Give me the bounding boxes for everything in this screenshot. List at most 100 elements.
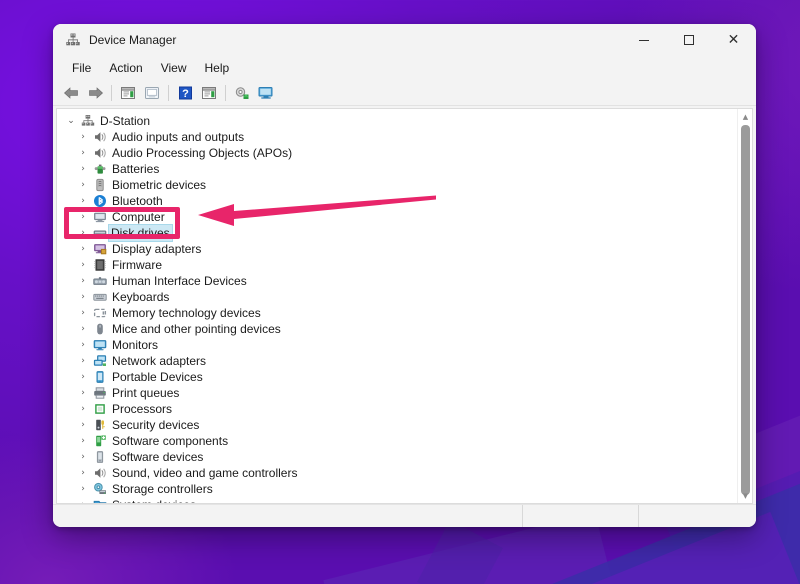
maximize-button[interactable]	[666, 24, 711, 56]
tree-item-software-devices[interactable]: › Software devices	[57, 449, 737, 465]
status-message	[53, 505, 522, 528]
chevron-right-icon[interactable]: ›	[75, 321, 91, 337]
chevron-right-icon[interactable]: ›	[75, 257, 91, 273]
chevron-right-icon[interactable]: ›	[75, 497, 91, 503]
close-button[interactable]: ✕	[711, 24, 756, 56]
scrollbar-thumb[interactable]	[741, 125, 750, 495]
tree-item-label: Software components	[109, 433, 231, 449]
help-button[interactable]: ?	[173, 82, 197, 104]
chevron-down-icon[interactable]: ⌄	[63, 113, 79, 129]
chevron-right-icon[interactable]: ›	[75, 129, 91, 145]
chevron-right-icon[interactable]: ›	[75, 177, 91, 193]
tree-item-biometric-devices[interactable]: ›Biometric devices	[57, 177, 737, 193]
battery-icon	[91, 162, 109, 176]
hid-icon	[91, 274, 109, 288]
chevron-right-icon[interactable]: ›	[75, 193, 91, 209]
update-driver-icon	[144, 86, 160, 100]
scan-hardware-changes-button[interactable]	[230, 82, 254, 104]
tree-item-label: Memory technology devices	[109, 305, 264, 321]
tree-root-d-station[interactable]: ⌄D-Station	[57, 113, 737, 129]
update-driver-button[interactable]	[140, 82, 164, 104]
tree-item-disk-drives[interactable]: ›Disk drives	[57, 225, 737, 241]
tree-item-network-adapters[interactable]: ›Network adapters	[57, 353, 737, 369]
tree-item-keyboards[interactable]: › Keyboards	[57, 289, 737, 305]
tree-item-print-queues[interactable]: ›Print queues	[57, 385, 737, 401]
disk-drive-icon	[93, 226, 107, 240]
computer-root-icon	[81, 114, 95, 128]
security-device-icon	[91, 418, 109, 432]
tree-item-memory-technology-devices[interactable]: › Memory technology devices	[57, 305, 737, 321]
tree-item-audio-processing-objects-apos[interactable]: ›Audio Processing Objects (APOs)	[57, 145, 737, 161]
show-hidden-devices-button[interactable]	[254, 82, 278, 104]
scroll-down-arrow-icon[interactable]: ▼	[738, 488, 753, 503]
tree-item-system-devices[interactable]: ›System devices	[57, 497, 737, 503]
title-bar[interactable]: Device Manager ✕	[53, 24, 756, 56]
tree-item-portable-devices[interactable]: ›Portable Devices	[57, 369, 737, 385]
vertical-scrollbar[interactable]: ▲ ▼	[737, 109, 752, 503]
bluetooth-icon	[93, 194, 107, 208]
help-icon: ?	[178, 86, 193, 100]
chevron-right-icon[interactable]: ›	[75, 289, 91, 305]
tree-item-bluetooth[interactable]: › Bluetooth	[57, 193, 737, 209]
chevron-right-icon[interactable]: ›	[75, 209, 91, 225]
printer-icon	[91, 386, 109, 400]
tree-item-label: Bluetooth	[109, 193, 166, 209]
menu-help[interactable]: Help	[196, 59, 239, 77]
battery-icon	[93, 162, 107, 176]
device-tree-panel: ⌄D-Station›Audio inputs and outputs›Audi…	[56, 108, 753, 504]
chevron-right-icon[interactable]: ›	[75, 273, 91, 289]
minimize-button[interactable]	[621, 24, 666, 56]
menu-view[interactable]: View	[152, 59, 196, 77]
menu-file[interactable]: File	[63, 59, 100, 77]
tree-item-human-interface-devices[interactable]: ›Human Interface Devices	[57, 273, 737, 289]
forward-button[interactable]	[83, 82, 107, 104]
chevron-right-icon[interactable]: ›	[75, 465, 91, 481]
tree-item-storage-controllers[interactable]: › Storage controllers	[57, 481, 737, 497]
chevron-right-icon[interactable]: ›	[75, 385, 91, 401]
chevron-right-icon[interactable]: ›	[75, 417, 91, 433]
tree-item-firmware[interactable]: ›Firmware	[57, 257, 737, 273]
speaker-icon	[93, 130, 107, 144]
network-adapter-icon	[93, 354, 107, 368]
tree-item-sound-video-and-game-controllers[interactable]: ›Sound, video and game controllers	[57, 465, 737, 481]
tree-item-processors[interactable]: › Processors	[57, 401, 737, 417]
chevron-right-icon[interactable]: ›	[75, 337, 91, 353]
desktop-background: Device Manager ✕ File Action View Help	[0, 0, 800, 584]
back-button[interactable]	[59, 82, 83, 104]
tree-item-software-components[interactable]: › Software components	[57, 433, 737, 449]
tree-item-monitors[interactable]: ›Monitors	[57, 337, 737, 353]
chevron-right-icon[interactable]: ›	[75, 401, 91, 417]
chevron-right-icon[interactable]: ›	[75, 161, 91, 177]
chevron-right-icon[interactable]: ›	[75, 449, 91, 465]
chevron-right-icon[interactable]: ›	[75, 225, 91, 241]
tree-item-display-adapters[interactable]: ›Display adapters	[57, 241, 737, 257]
tree-item-mice-and-other-pointing-devices[interactable]: ›Mice and other pointing devices	[57, 321, 737, 337]
scroll-up-arrow-icon[interactable]: ▲	[738, 109, 753, 124]
tree-item-label: Computer	[109, 209, 168, 225]
tree-item-batteries[interactable]: ›Batteries	[57, 161, 737, 177]
device-tree[interactable]: ⌄D-Station›Audio inputs and outputs›Audi…	[57, 109, 737, 503]
chevron-right-icon[interactable]: ›	[75, 481, 91, 497]
chevron-right-icon[interactable]: ›	[75, 145, 91, 161]
chevron-right-icon[interactable]: ›	[75, 433, 91, 449]
tree-item-label: Processors	[109, 401, 175, 417]
portable-device-icon	[91, 370, 109, 384]
security-device-icon	[93, 418, 107, 432]
chevron-right-icon[interactable]: ›	[75, 353, 91, 369]
fingerprint-icon	[91, 178, 109, 192]
tree-item-audio-inputs-and-outputs[interactable]: ›Audio inputs and outputs	[57, 129, 737, 145]
properties-button[interactable]	[116, 82, 140, 104]
mouse-icon	[91, 322, 109, 336]
show-details-button[interactable]	[197, 82, 221, 104]
disk-drive-icon	[91, 226, 109, 240]
tree-item-computer[interactable]: › Computer	[57, 209, 737, 225]
tree-item-label: Storage controllers	[109, 481, 216, 497]
chevron-right-icon[interactable]: ›	[75, 241, 91, 257]
tree-item-label: Software devices	[109, 449, 206, 465]
chevron-right-icon[interactable]: ›	[75, 369, 91, 385]
menu-action[interactable]: Action	[100, 59, 151, 77]
computer-icon	[91, 210, 109, 224]
tree-item-security-devices[interactable]: ›Security devices	[57, 417, 737, 433]
tree-item-label: Keyboards	[109, 289, 172, 305]
chevron-right-icon[interactable]: ›	[75, 305, 91, 321]
